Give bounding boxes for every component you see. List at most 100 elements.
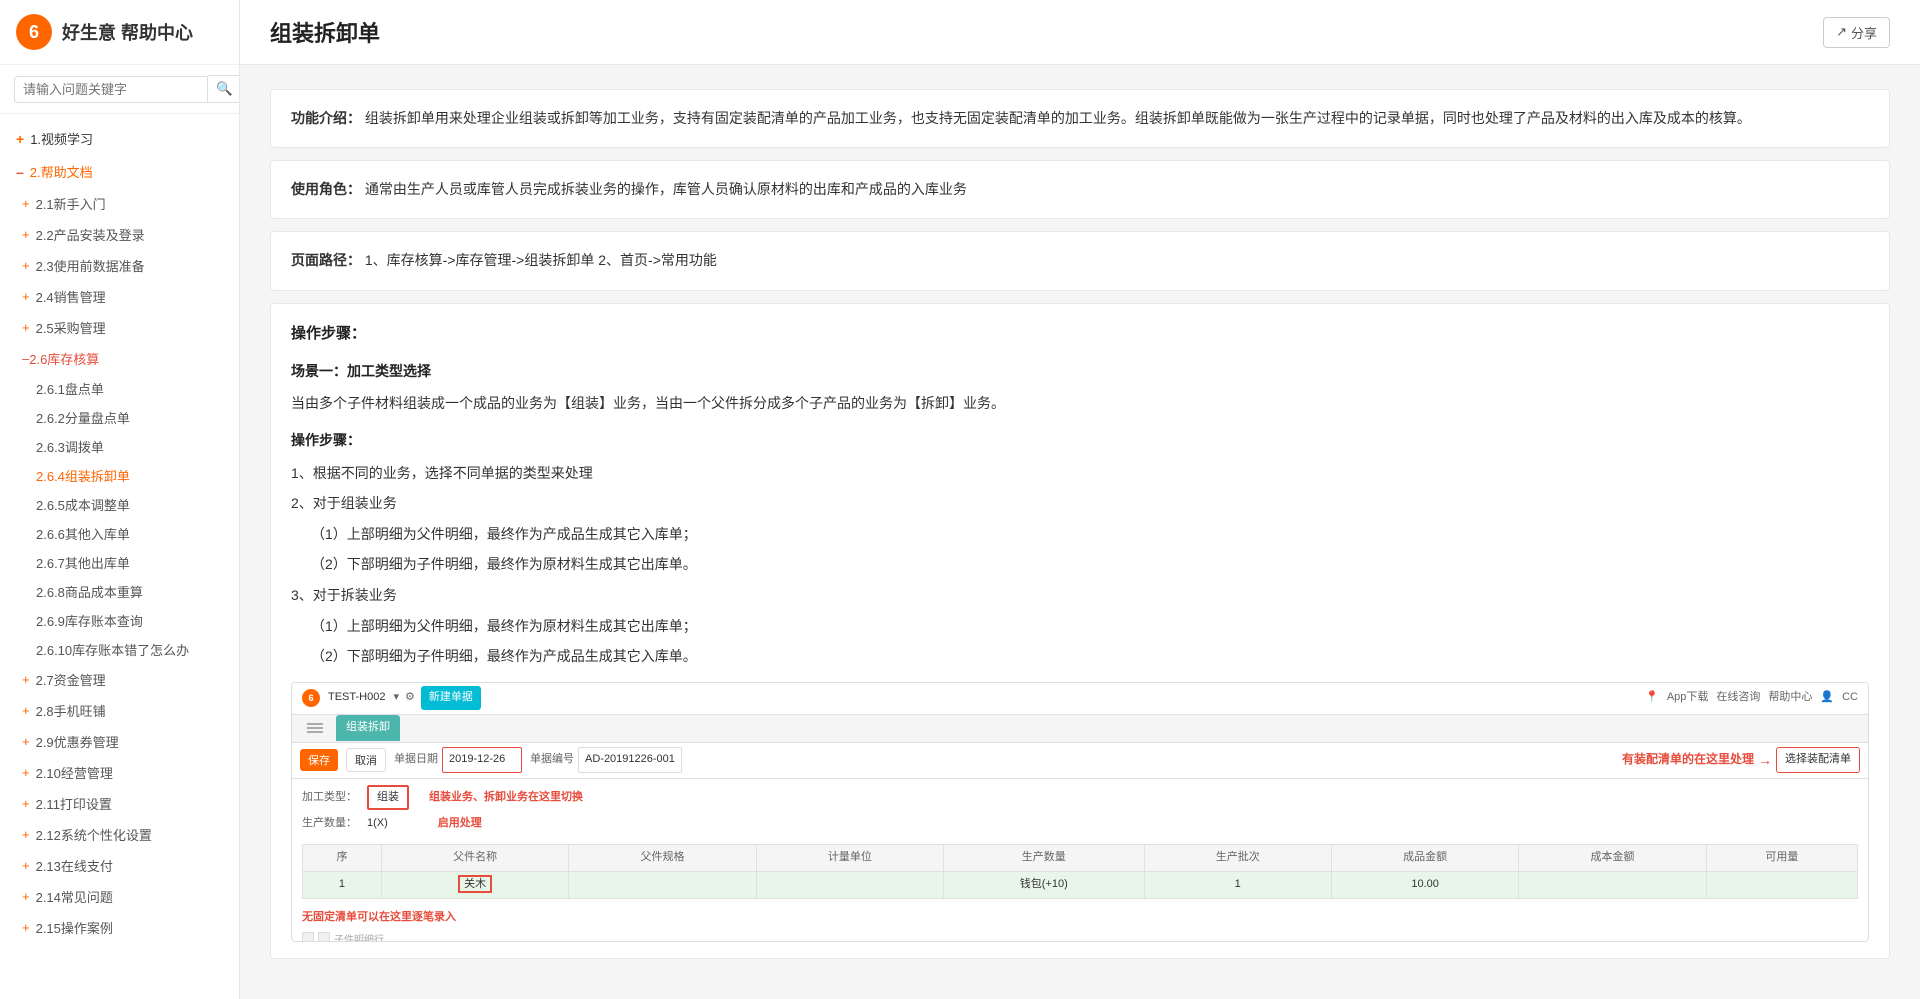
- sidebar-item-videos[interactable]: + 1.视频学习: [0, 122, 239, 155]
- sidebar-item-coupons[interactable]: + 2.9优惠券管理: [0, 726, 239, 757]
- sidebar-item-transfer[interactable]: 2.6.3调拨单: [0, 432, 239, 461]
- app-form: 加工类型： 组装 组装业务、拆卸业务在这里切换 生产数量： 1(X) 启用处理: [292, 779, 1868, 845]
- sidebar-item-purchase[interactable]: + 2.5采购管理: [0, 312, 239, 343]
- main-scrollable[interactable]: 功能介绍： 组装拆卸单用来处理企业组装或拆卸等加工业务，支持有固定装配清单的产品…: [240, 65, 1920, 999]
- nav-deep-items-2-6: 2.6.1盘点单 2.6.2分量盘点单 2.6.3调拨单 2.6.4组装拆卸单 …: [0, 374, 239, 664]
- col-qty: 生产数量: [944, 845, 1145, 872]
- sidebar-item-management[interactable]: + 2.10经营管理: [0, 757, 239, 788]
- step2: 2、对于组装业务: [291, 490, 1869, 517]
- process-type: 组装: [367, 785, 409, 811]
- expand-icon-2-10: +: [22, 765, 30, 780]
- cell-spec: [569, 872, 756, 899]
- ss-save-btn: 保存: [300, 749, 338, 771]
- expand-icon-2-14: +: [22, 889, 30, 904]
- app-logo-icon: 6: [16, 14, 52, 50]
- sidebar-item-personalize[interactable]: + 2.12系统个性化设置: [0, 819, 239, 850]
- sidebar-item-cases[interactable]: + 2.15操作案例: [0, 912, 239, 943]
- step3-2: （2）下部明细为子件明细，最终作为产成品生成其它入库单。: [291, 643, 1869, 670]
- path-text: 1、库存核算->库存管理->组装拆卸单 2、首页->常用功能: [365, 252, 717, 268]
- intro-card: 功能介绍： 组装拆卸单用来处理企业组装或拆卸等加工业务，支持有固定装配清单的产品…: [270, 89, 1890, 148]
- search-input[interactable]: [14, 76, 208, 103]
- annotation2: 组装业务、拆卸业务在这里切换: [429, 788, 583, 808]
- col-cost-amount: 成本金额: [1519, 845, 1706, 872]
- sidebar-item-faq[interactable]: + 2.14常见问题: [0, 881, 239, 912]
- sidebar-item-cost-recalc[interactable]: 2.6.8商品成本重算: [0, 577, 239, 606]
- col-parent-spec: 父件规格: [569, 845, 756, 872]
- date-value: 2019-12-26: [442, 747, 522, 773]
- cell-name: 关木: [381, 872, 568, 899]
- sub-table-hint: 子件明细行...: [302, 932, 1858, 941]
- scene1-title: 场景一：加工类型选择: [291, 359, 1869, 384]
- sidebar-item-online-pay[interactable]: + 2.13在线支付: [0, 850, 239, 881]
- steps-list: 1、根据不同的业务，选择不同单据的类型来处理 2、对于组装业务 （1）上部明细为…: [291, 460, 1869, 670]
- sidebar-item-print[interactable]: + 2.11打印设置: [0, 788, 239, 819]
- nav-section-1: + 1.视频学习: [0, 122, 239, 155]
- expand-icon-2-8: +: [22, 703, 30, 718]
- table-row: 1 关木 钱包(+10) 1 10.00: [303, 872, 1858, 899]
- sidebar-item-sales[interactable]: + 2.4销售管理: [0, 281, 239, 312]
- sidebar-nav: + 1.视频学习 – 2.帮助文档 + 2.1新手入门 + 2.2产品安装及登录: [0, 114, 239, 999]
- app-ss-logo: 6: [302, 689, 320, 707]
- app-bar-right: 📍 App下载 在线咨询 帮助中心 👤 CC: [1645, 688, 1858, 708]
- collapse-icon-2: –: [16, 164, 24, 180]
- col-parent-name: 父件名称: [381, 845, 568, 872]
- sidebar-item-newbie[interactable]: + 2.1新手入门: [0, 188, 239, 219]
- select-bom-btn: 选择装配清单: [1776, 747, 1860, 773]
- cell-cost-amt: [1519, 872, 1706, 899]
- cell-unit: [756, 872, 943, 899]
- steps-title: 操作步骤：: [291, 428, 1869, 453]
- sidebar-item-other-inbound[interactable]: 2.6.6其他入库单: [0, 519, 239, 548]
- expand-icon-2-12: +: [22, 827, 30, 842]
- expand-icon-1: +: [16, 131, 24, 147]
- collapse-icon-2-6: –: [22, 351, 29, 366]
- sidebar-item-ledger-fix[interactable]: 2.6.10库存账本错了怎么办: [0, 635, 239, 664]
- step2-2: （2）下部明细为子件明细，最终作为原材料生成其它出库单。: [291, 551, 1869, 578]
- sidebar-item-data-prep[interactable]: + 2.3使用前数据准备: [0, 250, 239, 281]
- new-order-btn: 新建单据: [421, 686, 481, 710]
- expand-icon-2-5: +: [22, 320, 30, 335]
- cell-qty-val: 钱包(+10): [944, 872, 1145, 899]
- sidebar-item-other-outbound[interactable]: 2.6.7其他出库单: [0, 548, 239, 577]
- sidebar-item-inventory[interactable]: – 2.6库存核算: [0, 343, 239, 374]
- sidebar-search-bar: 🔍: [0, 65, 239, 114]
- sidebar-item-cost-adjust[interactable]: 2.6.5成本调整单: [0, 490, 239, 519]
- share-button[interactable]: ↗ 分享: [1823, 17, 1890, 48]
- col-available: 可用量: [1706, 845, 1857, 872]
- step1: 1、根据不同的业务，选择不同单据的类型来处理: [291, 460, 1869, 487]
- search-button[interactable]: 🔍: [208, 75, 240, 103]
- sidebar-item-ledger-query[interactable]: 2.6.9库存账本查询: [0, 606, 239, 635]
- expand-icon-2-4: +: [22, 289, 30, 304]
- expand-icon-2-3: +: [22, 258, 30, 273]
- assembly-tab: 组装拆卸: [336, 715, 400, 741]
- expand-icon-2-7: +: [22, 672, 30, 687]
- sidebar-item-finance[interactable]: + 2.7资金管理: [0, 664, 239, 695]
- role-card: 使用角色： 通常由生产人员或库管人员完成拆装业务的操作，库管人员确认原材料的出库…: [270, 160, 1890, 219]
- sidebar-item-partial-stocktake[interactable]: 2.6.2分量盘点单: [0, 403, 239, 432]
- page-title: 组装拆卸单: [270, 16, 380, 48]
- scene1-desc: 当由多个子件材料组装成一个成品的业务为【组装】业务，当由一个父件拆分成多个子产品…: [291, 390, 1869, 417]
- page-header: 组装拆卸单 ↗ 分享: [240, 0, 1920, 65]
- app-tabs: 组装拆卸: [292, 715, 1868, 743]
- intro-label: 功能介绍：: [291, 110, 361, 126]
- expand-icon-2-13: +: [22, 858, 30, 873]
- app-bar-id: TEST-H002: [328, 688, 385, 708]
- col-batch: 生产批次: [1144, 845, 1331, 872]
- role-text: 通常由生产人员或库管人员完成拆装业务的操作，库管人员确认原材料的出库和产成品的入…: [365, 181, 967, 197]
- main-content-area: 组装拆卸单 ↗ 分享 功能介绍： 组装拆卸单用来处理企业组装或拆卸等加工业务，支…: [240, 0, 1920, 999]
- operations-card: 操作步骤： 场景一：加工类型选择 当由多个子件材料组装成一个成品的业务为【组装】…: [270, 303, 1890, 959]
- sidebar-item-mobile[interactable]: + 2.8手机旺铺: [0, 695, 239, 726]
- app-toolbar: 保存 取消 单据日期 2019-12-26 单据编号 AD-20191226-0…: [292, 743, 1868, 779]
- share-icon: ↗: [1836, 24, 1847, 40]
- app-table-area: 序 父件名称 父件规格 计量单位 生产数量 生产批次 成品金额 成本金额 可用量: [292, 844, 1868, 940]
- cell-product-amt: 10.00: [1331, 872, 1518, 899]
- screenshot-container: 6 TEST-H002 ▾ ⚙ 新建单据 📍 App下载 在线咨询 帮助中心: [291, 682, 1869, 942]
- cell-avail: [1706, 872, 1857, 899]
- role-label: 使用角色：: [291, 181, 361, 197]
- sidebar: 6 好生意 帮助中心 🔍 + 1.视频学习 – 2.帮助文档 + 2.1新手入门: [0, 0, 240, 999]
- sidebar-item-assembly[interactable]: 2.6.4组装拆卸单: [0, 461, 239, 490]
- sidebar-item-help-docs[interactable]: – 2.帮助文档: [0, 155, 239, 188]
- sidebar-item-install[interactable]: + 2.2产品安装及登录: [0, 219, 239, 250]
- app-top-bar: 6 TEST-H002 ▾ ⚙ 新建单据 📍 App下载 在线咨询 帮助中心: [292, 683, 1868, 715]
- nav-section-2: – 2.帮助文档 + 2.1新手入门 + 2.2产品安装及登录 + 2.3使用前…: [0, 155, 239, 943]
- sidebar-item-stocktake[interactable]: 2.6.1盘点单: [0, 374, 239, 403]
